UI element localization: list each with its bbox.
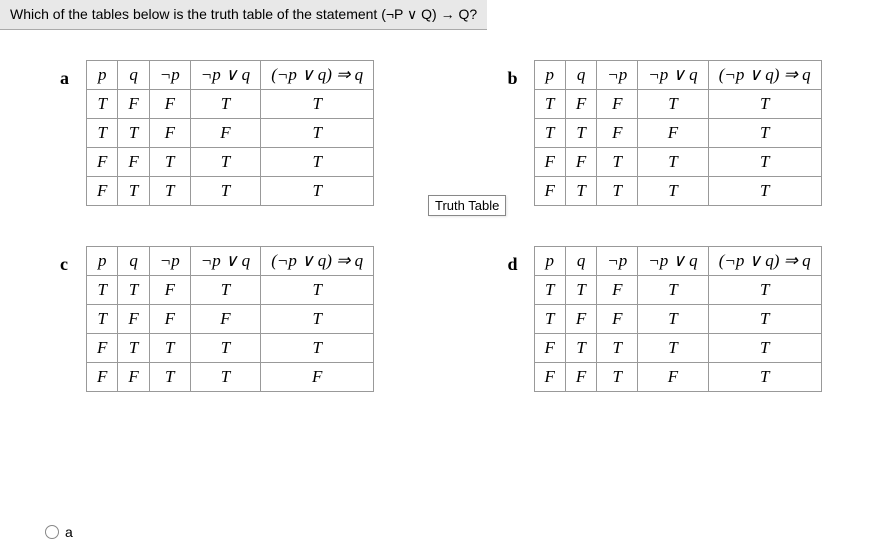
answer-option-a[interactable]: a [45,524,73,540]
truth-table-d: p q ¬p ¬p ∨ q (¬p ∨ q) ⇒ q TTFTT TFFTT F… [534,246,822,392]
table-row: TFFTT [534,90,821,119]
table-row: FTTTT [534,177,821,206]
table-row: TTFFT [534,119,821,148]
col-notpvq: ¬p ∨ q [638,61,708,90]
col-impl: (¬p ∨ q) ⇒ q [708,247,821,276]
col-q: q [118,247,149,276]
col-p: p [87,247,118,276]
table-row: TFFTT [87,90,374,119]
table-row: TTFFT [87,119,374,148]
table-row: TFFTT [534,305,821,334]
answer-label: a [65,524,73,540]
table-block-b: b p q ¬p ¬p ∨ q (¬p ∨ q) ⇒ q TFFTT TTFFT… [508,60,876,206]
truth-table-b: p q ¬p ¬p ∨ q (¬p ∨ q) ⇒ q TFFTT TTFFT F… [534,60,822,206]
table-block-d: d p q ¬p ¬p ∨ q (¬p ∨ q) ⇒ q TTFTT TFFTT… [508,246,876,392]
col-notpvq: ¬p ∨ q [190,247,260,276]
table-row: p q ¬p ¬p ∨ q (¬p ∨ q) ⇒ q [87,247,374,276]
radio-icon[interactable] [45,525,59,539]
table-row: p q ¬p ¬p ∨ q (¬p ∨ q) ⇒ q [534,247,821,276]
table-block-c: c p q ¬p ¬p ∨ q (¬p ∨ q) ⇒ q TTFTT TFFFT… [60,246,428,392]
table-row: p q ¬p ¬p ∨ q (¬p ∨ q) ⇒ q [534,61,821,90]
table-row: FTTTT [534,334,821,363]
table-block-a: a p q ¬p ¬p ∨ q (¬p ∨ q) ⇒ q TFFTT TTFFT… [60,60,428,206]
col-q: q [118,61,149,90]
table-row: FTTTT [87,177,374,206]
col-p: p [534,247,565,276]
table-row: FTTTT [87,334,374,363]
col-q: q [565,61,596,90]
table-row: p q ¬p ¬p ∨ q (¬p ∨ q) ⇒ q [87,61,374,90]
table-row: FFTTF [87,363,374,392]
table-row: TFFFT [87,305,374,334]
col-notp: ¬p [149,61,190,90]
table-label-c: c [60,246,78,275]
col-impl: (¬p ∨ q) ⇒ q [261,61,374,90]
truth-table-c: p q ¬p ¬p ∨ q (¬p ∨ q) ⇒ q TTFTT TFFFT F… [86,246,374,392]
col-notpvq: ¬p ∨ q [190,61,260,90]
table-label-a: a [60,60,78,89]
table-row: TTFTT [534,276,821,305]
table-row: FFTTT [87,148,374,177]
col-impl: (¬p ∨ q) ⇒ q [708,61,821,90]
question-text: Which of the tables below is the truth t… [0,0,487,30]
col-notpvq: ¬p ∨ q [638,247,708,276]
truth-table-a: p q ¬p ¬p ∨ q (¬p ∨ q) ⇒ q TFFTT TTFFT F… [86,60,374,206]
col-impl: (¬p ∨ q) ⇒ q [261,247,374,276]
col-p: p [87,61,118,90]
tables-container: a p q ¬p ¬p ∨ q (¬p ∨ q) ⇒ q TFFTT TTFFT… [0,30,895,402]
col-notp: ¬p [597,247,638,276]
tooltip-truth-table: Truth Table [428,195,506,216]
col-q: q [565,247,596,276]
table-label-d: d [508,246,526,275]
col-p: p [534,61,565,90]
table-row: TTFTT [87,276,374,305]
table-row: FFTTT [534,148,821,177]
table-row: FFTFT [534,363,821,392]
table-label-b: b [508,60,526,89]
col-notp: ¬p [597,61,638,90]
col-notp: ¬p [149,247,190,276]
